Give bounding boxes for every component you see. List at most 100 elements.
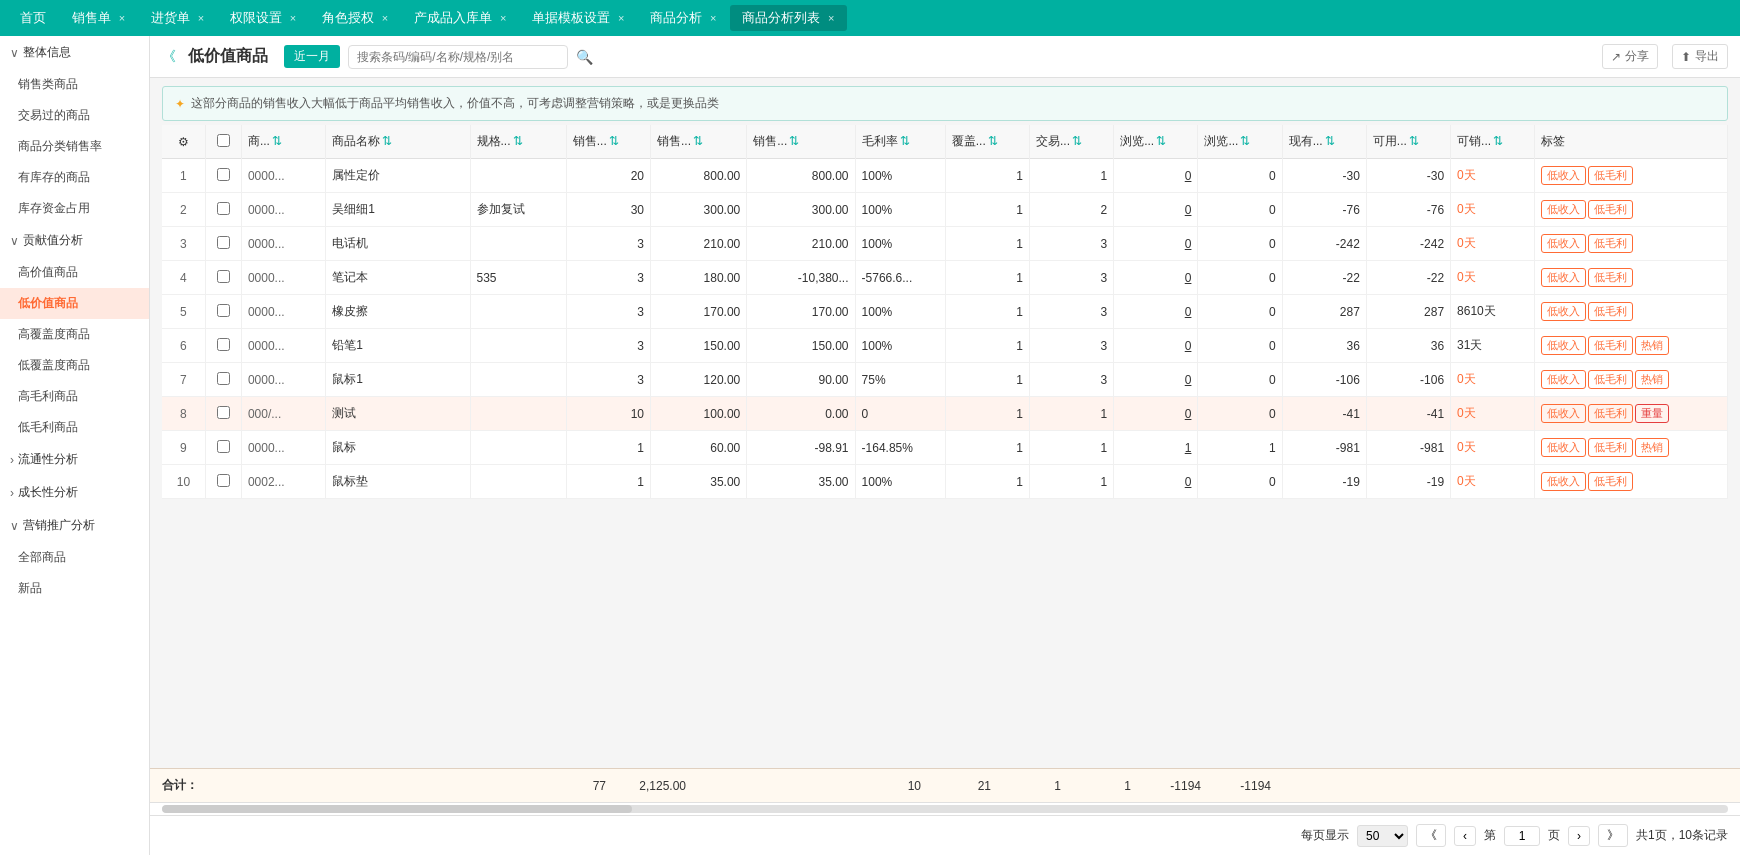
nav-roles[interactable]: 角色授权 × xyxy=(310,5,400,31)
nav-home[interactable]: 首页 xyxy=(8,5,58,31)
row-checkbox[interactable] xyxy=(217,440,230,453)
prev-page-button[interactable]: ‹ xyxy=(1454,826,1476,846)
nav-templates[interactable]: 单据模板设置 × xyxy=(520,5,636,31)
nav-inventory[interactable]: 产成品入库单 × xyxy=(402,5,518,31)
sidebar-group-growth[interactable]: › 成长性分析 xyxy=(0,476,149,509)
sidebar-item-all-goods[interactable]: 全部商品 xyxy=(0,542,149,573)
select-all-checkbox[interactable] xyxy=(217,134,230,147)
col-checkbox[interactable] xyxy=(205,125,241,159)
row-checkbox-cell[interactable] xyxy=(205,397,241,431)
sidebar-item-high-margin[interactable]: 高毛利商品 xyxy=(0,381,149,412)
row-views1[interactable]: 0 xyxy=(1114,193,1198,227)
close-icon[interactable]: × xyxy=(500,12,506,24)
nav-permissions[interactable]: 权限设置 × xyxy=(218,5,308,31)
col-name[interactable]: 商品名称⇅ xyxy=(326,125,470,159)
row-checkbox[interactable] xyxy=(217,168,230,181)
views1-link[interactable]: 0 xyxy=(1185,169,1192,183)
views1-link[interactable]: 0 xyxy=(1185,305,1192,319)
nav-sales[interactable]: 销售单 × xyxy=(60,5,137,31)
row-checkbox[interactable] xyxy=(217,372,230,385)
col-sales-profit[interactable]: 销售...⇅ xyxy=(747,125,855,159)
close-icon[interactable]: × xyxy=(382,12,388,24)
sidebar-group-marketing[interactable]: ∨ 营销推广分析 xyxy=(0,509,149,542)
page-number-input[interactable] xyxy=(1504,826,1540,846)
row-checkbox-cell[interactable] xyxy=(205,295,241,329)
sidebar-item-sales-goods[interactable]: 销售类商品 xyxy=(0,69,149,100)
col-code[interactable]: 商...⇅ xyxy=(241,125,325,159)
nav-analysis[interactable]: 商品分析 × xyxy=(638,5,728,31)
row-checkbox[interactable] xyxy=(217,338,230,351)
share-button[interactable]: ↗ 分享 xyxy=(1602,44,1658,69)
views1-link[interactable]: 0 xyxy=(1185,475,1192,489)
sidebar-item-traded-goods[interactable]: 交易过的商品 xyxy=(0,100,149,131)
sidebar-group-contribution[interactable]: ∨ 贡献值分析 xyxy=(0,224,149,257)
row-checkbox-cell[interactable] xyxy=(205,159,241,193)
row-checkbox-cell[interactable] xyxy=(205,431,241,465)
scroll-track[interactable] xyxy=(162,805,1728,813)
row-views1[interactable]: 1 xyxy=(1114,431,1198,465)
first-page-button[interactable]: 《 xyxy=(1416,824,1446,847)
views1-link[interactable]: 0 xyxy=(1185,203,1192,217)
col-views1[interactable]: 浏览...⇅ xyxy=(1114,125,1198,159)
row-checkbox[interactable] xyxy=(217,270,230,283)
row-views1[interactable]: 0 xyxy=(1114,159,1198,193)
collapse-button[interactable]: 《 xyxy=(162,48,176,66)
row-checkbox-cell[interactable] xyxy=(205,329,241,363)
views1-link[interactable]: 0 xyxy=(1185,373,1192,387)
views1-link[interactable]: 0 xyxy=(1185,237,1192,251)
row-views1[interactable]: 0 xyxy=(1114,261,1198,295)
row-checkbox[interactable] xyxy=(217,236,230,249)
col-available[interactable]: 可用...⇅ xyxy=(1366,125,1450,159)
col-margin[interactable]: 毛利率⇅ xyxy=(855,125,945,159)
row-views1[interactable]: 0 xyxy=(1114,363,1198,397)
close-icon[interactable]: × xyxy=(618,12,624,24)
views1-link[interactable]: 0 xyxy=(1185,407,1192,421)
row-checkbox-cell[interactable] xyxy=(205,465,241,499)
row-views1[interactable]: 0 xyxy=(1114,227,1198,261)
row-checkbox[interactable] xyxy=(217,406,230,419)
sidebar-item-low-coverage[interactable]: 低覆盖度商品 xyxy=(0,350,149,381)
sidebar-item-low-margin[interactable]: 低毛利商品 xyxy=(0,412,149,443)
col-sales-amount[interactable]: 销售...⇅ xyxy=(650,125,746,159)
col-coverage[interactable]: 覆盖...⇅ xyxy=(945,125,1029,159)
sidebar-item-low-value[interactable]: 低价值商品 xyxy=(0,288,149,319)
sidebar-item-stocked-goods[interactable]: 有库存的商品 xyxy=(0,162,149,193)
last-page-button[interactable]: 》 xyxy=(1598,824,1628,847)
row-views1[interactable]: 0 xyxy=(1114,397,1198,431)
close-icon[interactable]: × xyxy=(828,12,834,24)
sidebar-item-high-coverage[interactable]: 高覆盖度商品 xyxy=(0,319,149,350)
row-checkbox-cell[interactable] xyxy=(205,363,241,397)
sidebar-item-new-goods[interactable]: 新品 xyxy=(0,573,149,604)
views1-link[interactable]: 0 xyxy=(1185,339,1192,353)
period-button[interactable]: 近一月 xyxy=(284,45,340,68)
footer-scrollbar[interactable] xyxy=(150,802,1740,815)
row-views1[interactable]: 0 xyxy=(1114,465,1198,499)
close-icon[interactable]: × xyxy=(119,12,125,24)
col-trade[interactable]: 交易...⇅ xyxy=(1029,125,1113,159)
sidebar-item-category-sales[interactable]: 商品分类销售率 xyxy=(0,131,149,162)
nav-purchase[interactable]: 进货单 × xyxy=(139,5,216,31)
page-size-select[interactable]: 50 100 xyxy=(1357,825,1408,847)
next-page-button[interactable]: › xyxy=(1568,826,1590,846)
row-checkbox-cell[interactable] xyxy=(205,193,241,227)
sidebar-item-high-value[interactable]: 高价值商品 xyxy=(0,257,149,288)
row-views1[interactable]: 0 xyxy=(1114,329,1198,363)
col-spec[interactable]: 规格...⇅ xyxy=(470,125,566,159)
col-current-stock[interactable]: 现有...⇅ xyxy=(1282,125,1366,159)
row-checkbox[interactable] xyxy=(217,474,230,487)
row-checkbox[interactable] xyxy=(217,202,230,215)
row-checkbox-cell[interactable] xyxy=(205,227,241,261)
close-icon[interactable]: × xyxy=(290,12,296,24)
col-sellable[interactable]: 可销...⇅ xyxy=(1451,125,1535,159)
views1-link[interactable]: 0 xyxy=(1185,271,1192,285)
row-checkbox-cell[interactable] xyxy=(205,261,241,295)
col-sales-qty[interactable]: 销售...⇅ xyxy=(566,125,650,159)
col-views2[interactable]: 浏览...⇅ xyxy=(1198,125,1282,159)
search-input[interactable] xyxy=(348,45,568,69)
views1-link[interactable]: 1 xyxy=(1185,441,1192,455)
col-settings[interactable]: ⚙ xyxy=(162,125,205,159)
search-icon[interactable]: 🔍 xyxy=(576,49,593,65)
nav-analysis-list[interactable]: 商品分析列表 × xyxy=(730,5,846,31)
sidebar-group-overview[interactable]: ∨ 整体信息 xyxy=(0,36,149,69)
close-icon[interactable]: × xyxy=(198,12,204,24)
